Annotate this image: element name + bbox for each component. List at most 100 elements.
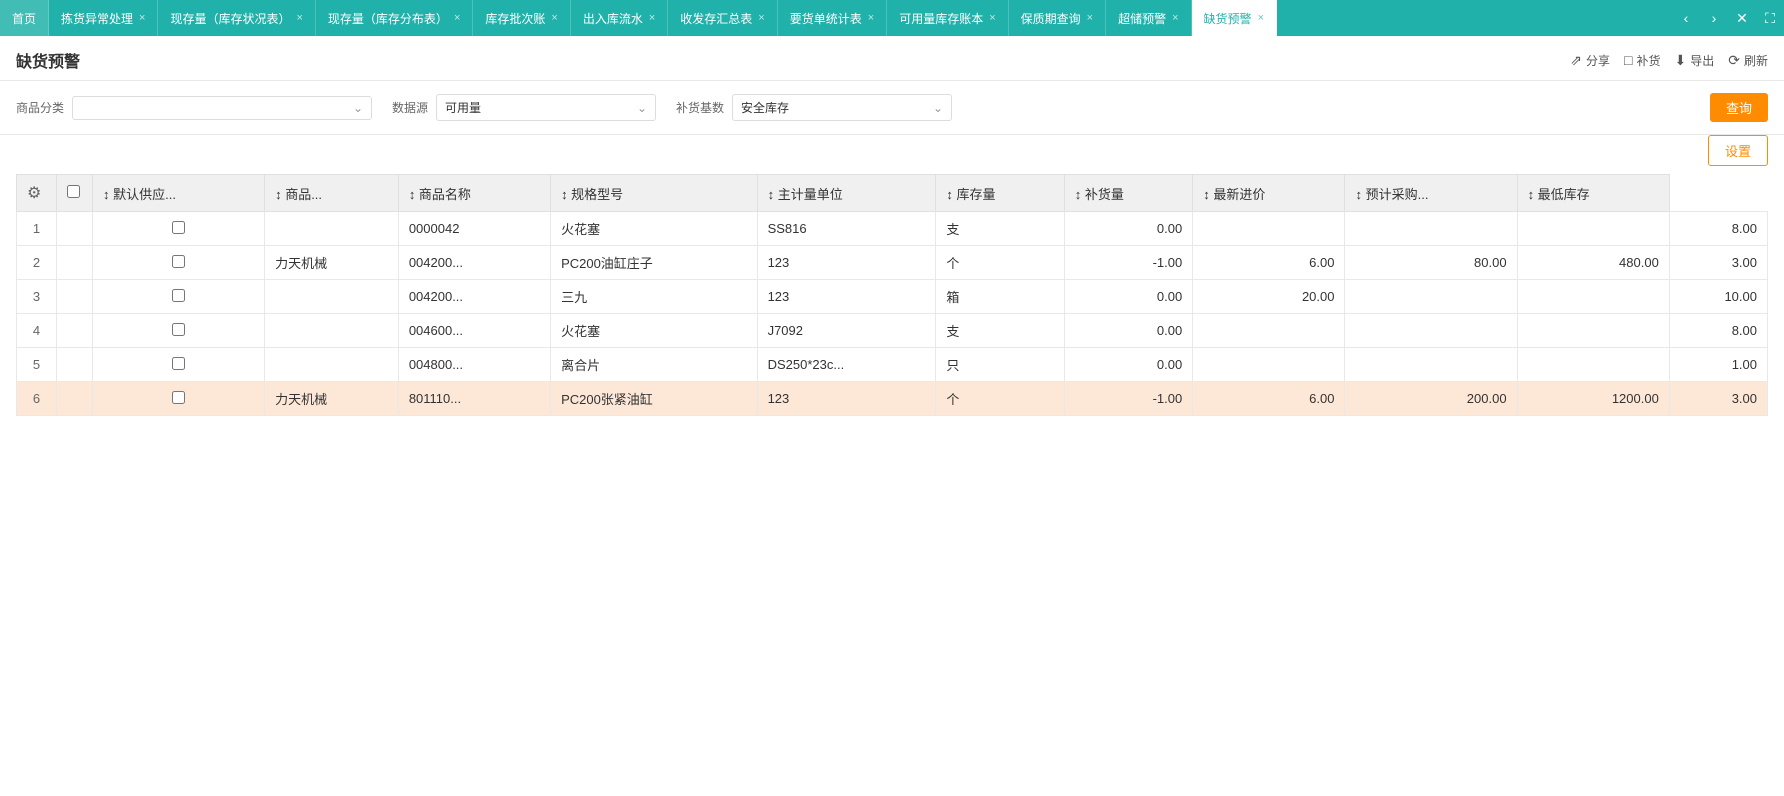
row-min-stock: 8.00 (1669, 314, 1767, 348)
settings-button[interactable]: 设置 (1708, 135, 1768, 166)
row-checkbox-0[interactable] (172, 221, 185, 234)
supplier-col-header[interactable]: ↕ 默认供应... (93, 175, 265, 212)
tab-item-8[interactable]: 可用量库存账本× (887, 0, 1008, 36)
tab-close-icon-9[interactable]: × (1087, 12, 1093, 24)
tab-close-icon-8[interactable]: × (989, 12, 995, 24)
tab-close-icon-3[interactable]: × (454, 12, 460, 24)
row-min-stock: 10.00 (1669, 280, 1767, 314)
row-latest-price (1345, 212, 1517, 246)
tab-bar: 首页拣货异常处理×现存量（库存状况表）×现存量（库存分布表）×库存批次账×出入库… (0, 0, 1784, 36)
tab-item-6[interactable]: 收发存汇总表× (668, 0, 777, 36)
tab-item-2[interactable]: 现存量（库存状况表）× (158, 0, 315, 36)
estimated-col-label: ↕ 预计采购... (1355, 187, 1428, 202)
category-select[interactable]: ⌄ (72, 96, 372, 120)
tab-item-9[interactable]: 保质期查询× (1009, 0, 1106, 36)
row-replenish: 6.00 (1193, 382, 1345, 416)
table-container: ⚙ ↕ 默认供应... ↕ 商品... ↕ 商品名称 ↕ (0, 174, 1784, 416)
export-btn[interactable]: ⬇ 导出 (1675, 52, 1715, 69)
row-checkbox-cell (93, 314, 265, 348)
tab-item-7[interactable]: 要货单统计表× (778, 0, 887, 36)
row-latest-price: 80.00 (1345, 246, 1517, 280)
row-checkbox-3[interactable] (172, 323, 185, 336)
gear-icon[interactable]: ⚙ (27, 185, 41, 202)
supplier-col-label: ↕ 默认供应... (103, 187, 176, 202)
unit-col-header[interactable]: ↕ 主计量单位 (757, 175, 936, 212)
row-checkbox-2[interactable] (172, 289, 185, 302)
datasource-select[interactable]: 可用量 ⌄ (436, 94, 656, 121)
tab-close-icon-5[interactable]: × (649, 12, 655, 24)
row-supplier: 力天机械 (265, 246, 399, 280)
refresh-btn[interactable]: ⟳ 刷新 (1728, 52, 1768, 69)
stock-col-header[interactable]: ↕ 库存量 (936, 175, 1064, 212)
row-latest-price (1345, 314, 1517, 348)
row-supplier (265, 212, 399, 246)
row-latest-price: 200.00 (1345, 382, 1517, 416)
tab-item-0[interactable]: 首页 (0, 0, 49, 36)
estimated-col-header[interactable]: ↕ 预计采购... (1345, 175, 1517, 212)
tab-item-5[interactable]: 出入库流水× (571, 0, 668, 36)
filter-actions: 查询 (1710, 93, 1768, 122)
replenish-col-header[interactable]: ↕ 补货量 (1064, 175, 1192, 212)
tab-item-4[interactable]: 库存批次账× (473, 0, 570, 36)
spec-col-header[interactable]: ↕ 规格型号 (551, 175, 758, 212)
row-name: 火花塞 (551, 212, 758, 246)
row-min-stock: 8.00 (1669, 212, 1767, 246)
filter-area: 商品分类 ⌄ 数据源 可用量 ⌄ 补货基数 安全库存 ⌄ 查询 (0, 81, 1784, 135)
row-unit: 个 (936, 246, 1064, 280)
name-col-header[interactable]: ↕ 商品名称 (398, 175, 550, 212)
row-replenish (1193, 212, 1345, 246)
category-label: 商品分类 (16, 99, 64, 116)
row-number: 6 (17, 382, 57, 416)
tab-close-icon-7[interactable]: × (868, 12, 874, 24)
row-unit: 支 (936, 314, 1064, 348)
row-gear-cell (57, 246, 93, 280)
tab-close-icon-6[interactable]: × (758, 12, 764, 24)
tab-restore-btn[interactable]: ✕ (1728, 10, 1756, 27)
tab-next-btn[interactable]: › (1700, 10, 1728, 26)
tab-close-icon-4[interactable]: × (551, 12, 557, 24)
row-checkbox-cell (93, 348, 265, 382)
query-button[interactable]: 查询 (1710, 93, 1768, 122)
tab-close-icon-10[interactable]: × (1172, 12, 1178, 24)
row-checkbox-1[interactable] (172, 255, 185, 268)
tab-close-icon-1[interactable]: × (139, 12, 145, 24)
replenish-col-label: ↕ 补货量 (1075, 187, 1124, 202)
replenish-select[interactable]: 安全库存 ⌄ (732, 94, 952, 121)
tab-controls: ‹ › ✕ ⛶ (1672, 10, 1784, 27)
tab-item-10[interactable]: 超储预警× (1106, 0, 1191, 36)
select-all-checkbox[interactable] (67, 185, 80, 198)
row-gear-cell (57, 382, 93, 416)
row-stock: -1.00 (1064, 382, 1192, 416)
row-checkbox-4[interactable] (172, 357, 185, 370)
code-col-label: ↕ 商品... (275, 187, 322, 202)
settings-row: 设置 (0, 135, 1784, 174)
share-btn[interactable]: ⇗ 分享 (1570, 52, 1610, 69)
row-gear-cell (57, 348, 93, 382)
code-col-header[interactable]: ↕ 商品... (265, 175, 399, 212)
tab-close-icon-11[interactable]: × (1258, 12, 1264, 24)
replenish-btn[interactable]: □ 补货 (1624, 52, 1660, 69)
min-stock-col-header[interactable]: ↕ 最低库存 (1517, 175, 1669, 212)
row-checkbox-5[interactable] (172, 391, 185, 404)
row-spec: J7092 (757, 314, 936, 348)
tab-item-11[interactable]: 缺货预警× (1192, 0, 1277, 36)
row-code: 801110... (398, 382, 550, 416)
replenish-chevron-icon: ⌄ (933, 101, 943, 115)
row-number: 5 (17, 348, 57, 382)
page-title: 缺货预警 (16, 48, 80, 72)
tab-fullscreen-btn[interactable]: ⛶ (1756, 10, 1784, 27)
replenish-filter-group: 补货基数 安全库存 ⌄ (676, 94, 952, 121)
tab-prev-btn[interactable]: ‹ (1672, 10, 1700, 26)
table-row: 1 0000042 火花塞 SS816 支 0.00 8.00 (17, 212, 1768, 246)
row-min-stock: 1.00 (1669, 348, 1767, 382)
row-gear-cell (57, 280, 93, 314)
tab-item-1[interactable]: 拣货异常处理× (49, 0, 158, 36)
row-number: 2 (17, 246, 57, 280)
table-row: 2 力天机械 004200... PC200油缸庄子 123 个 -1.00 6… (17, 246, 1768, 280)
tab-close-icon-2[interactable]: × (296, 12, 302, 24)
latest-price-col-header[interactable]: ↕ 最新进价 (1193, 175, 1345, 212)
row-checkbox-cell (93, 212, 265, 246)
checkbox-col-header (57, 175, 93, 212)
tab-item-3[interactable]: 现存量（库存分布表）× (316, 0, 473, 36)
row-estimated-purchase: 1200.00 (1517, 382, 1669, 416)
